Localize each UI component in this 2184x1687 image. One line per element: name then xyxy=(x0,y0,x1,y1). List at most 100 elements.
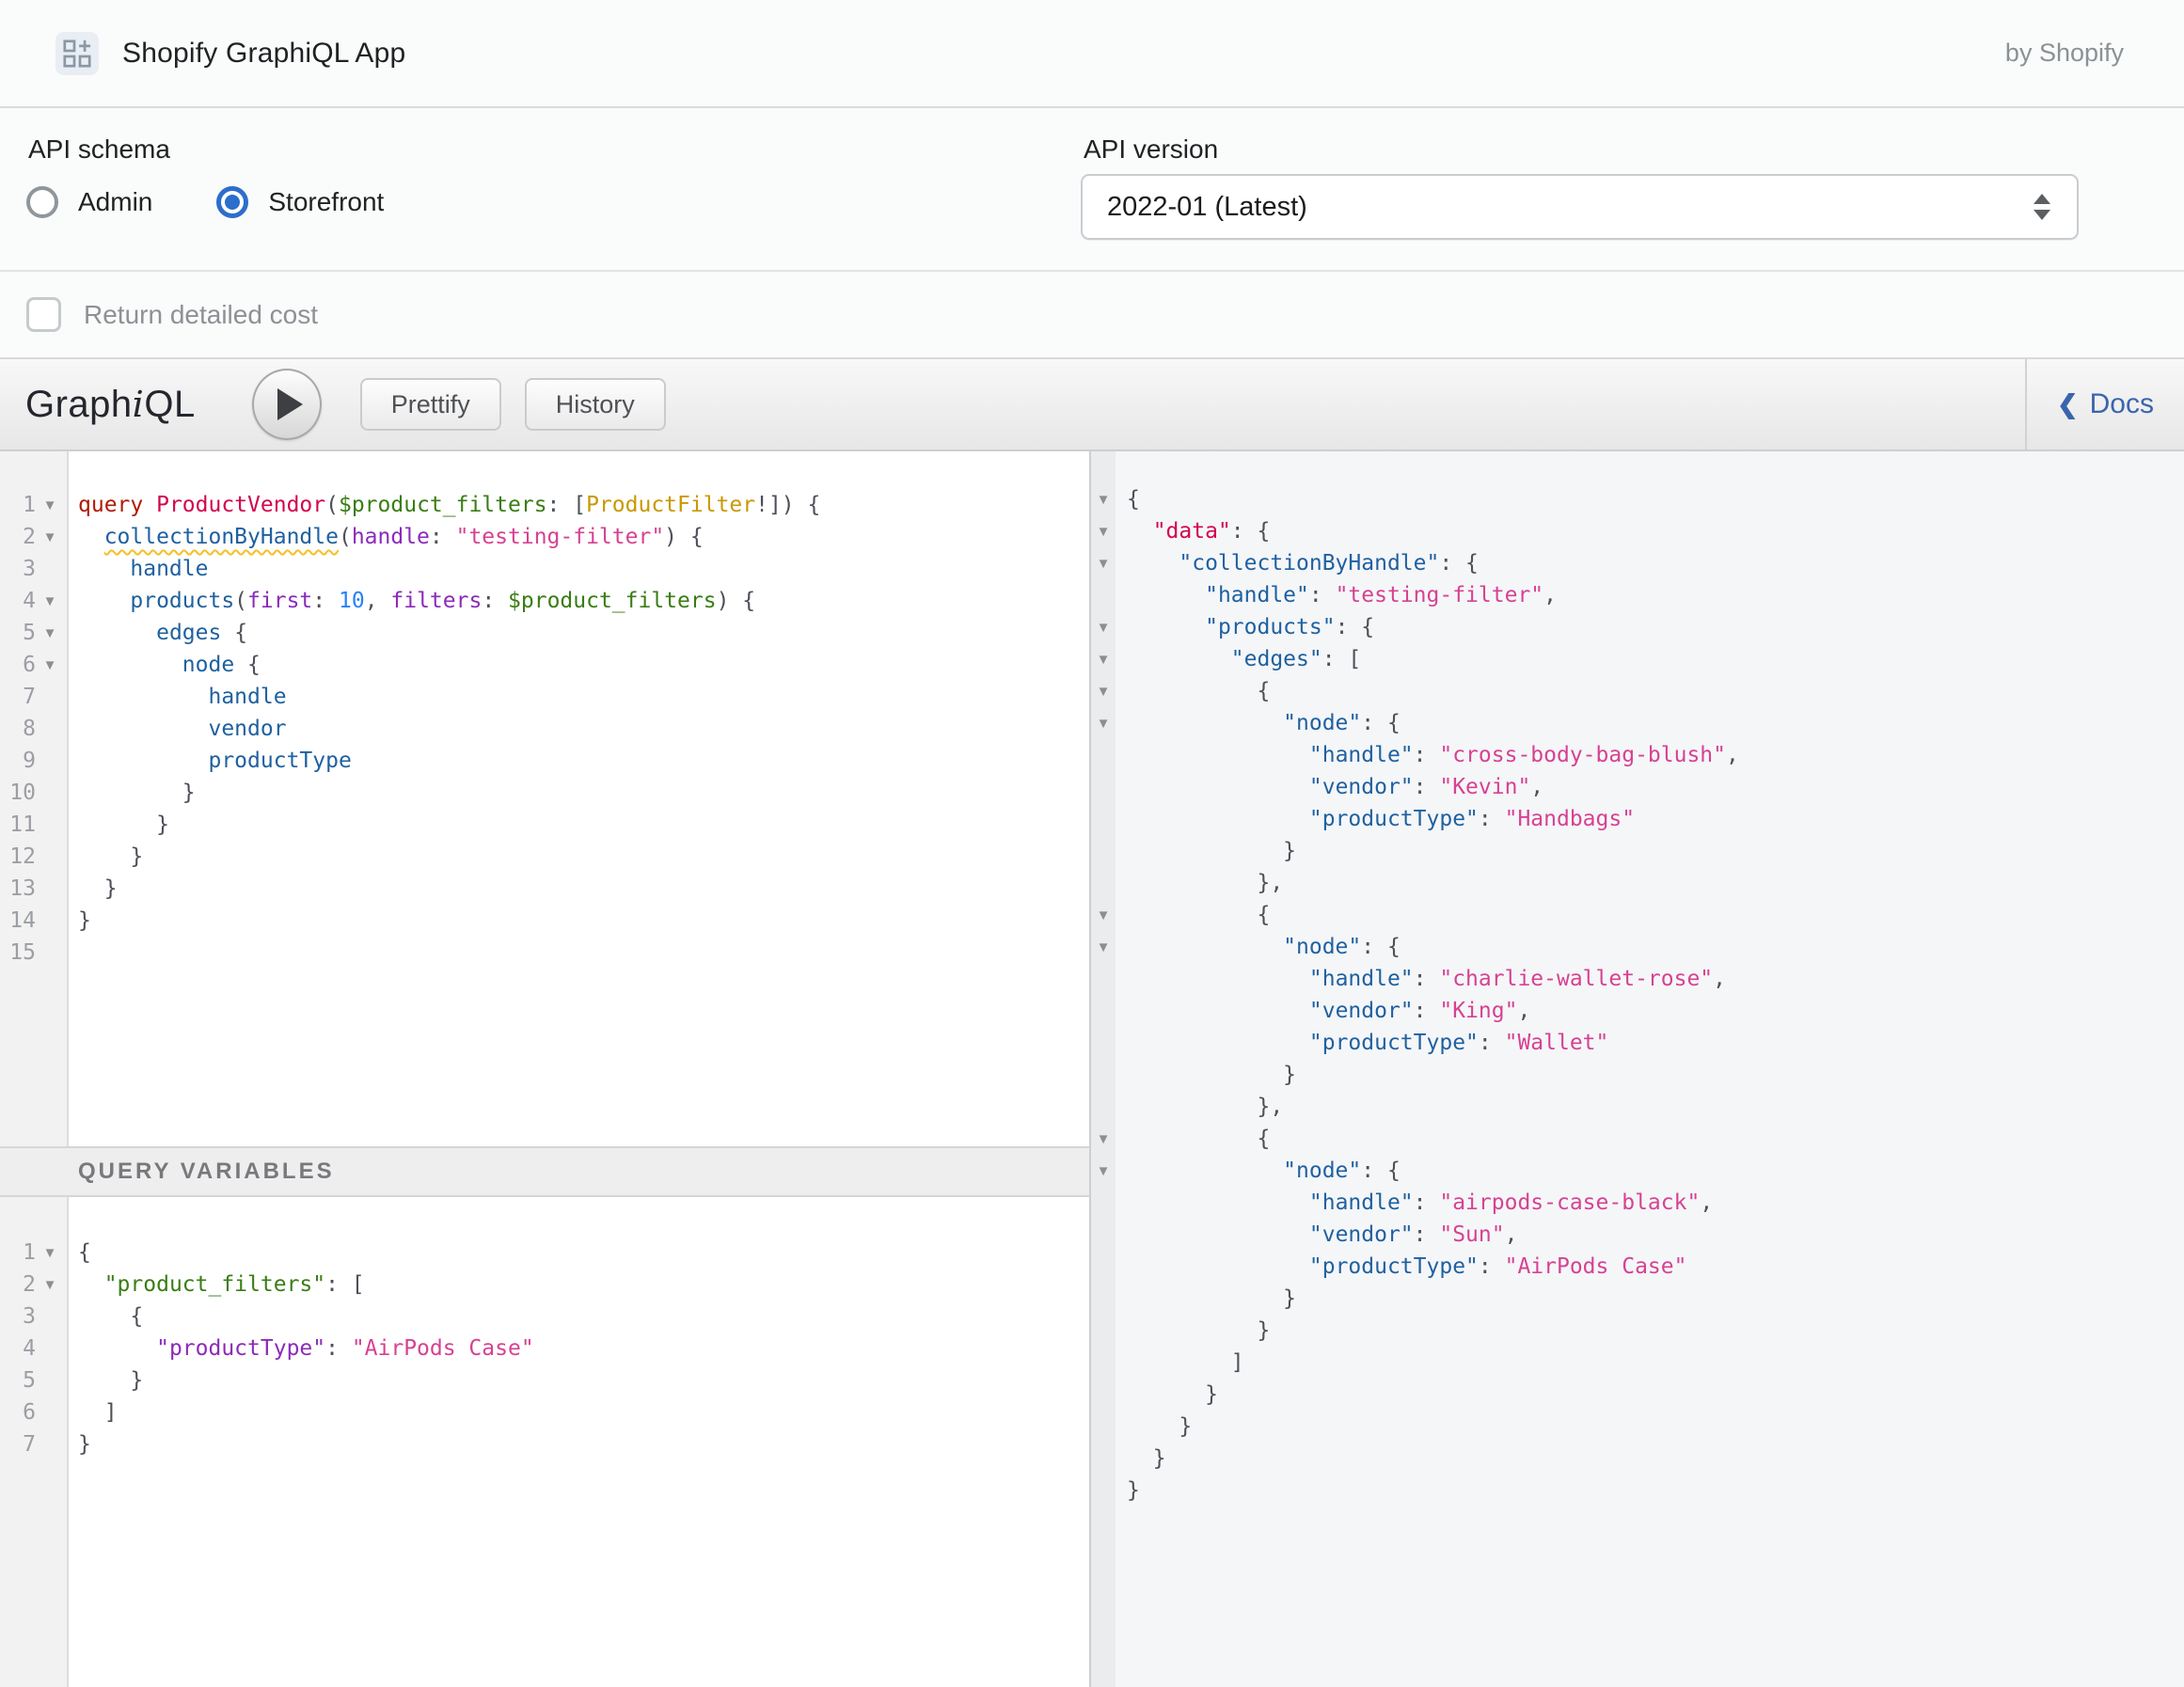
gutter-row: ▼ xyxy=(1091,1027,1116,1059)
fold-arrow-icon[interactable]: ▼ xyxy=(1091,492,1117,508)
gutter-row: ▼ xyxy=(1091,1283,1116,1315)
editor-pane: 1▼2▼3▼4▼5▼6▼7▼8▼9▼10▼11▼12▼13▼14▼15▼ que… xyxy=(0,451,1091,1687)
fold-arrow-icon[interactable]: ▼ xyxy=(1091,556,1117,572)
gutter-row: ▼ xyxy=(1091,483,1116,515)
gutter-row: ▼ xyxy=(1091,803,1116,835)
api-schema-label: API schema xyxy=(28,134,170,165)
api-schema-radio-group: Admin Storefront xyxy=(26,186,384,218)
query-line-gutter: 1▼2▼3▼4▼5▼6▼7▼8▼9▼10▼11▼12▼13▼14▼15▼ xyxy=(0,451,69,1146)
gutter-row: 5▼ xyxy=(0,617,67,649)
code-line: { xyxy=(78,1237,1089,1269)
code-line: "productType": "Handbags" xyxy=(1127,803,2184,835)
gutter-row: ▼ xyxy=(1091,1411,1116,1443)
detailed-cost-checkbox[interactable] xyxy=(26,297,61,332)
gutter-row: 7▼ xyxy=(0,1428,67,1460)
variables-editor[interactable]: 1▼2▼3▼4▼5▼6▼7▼ { "product_filters": [ { … xyxy=(0,1197,1089,1687)
app-header: Shopify GraphiQL App by Shopify xyxy=(0,0,2184,108)
code-line: } xyxy=(1127,1411,2184,1443)
gutter-row: ▼ xyxy=(1091,579,1116,611)
code-line: } xyxy=(78,873,1089,905)
gutter-row: ▼ xyxy=(1091,771,1116,803)
line-number: 12 xyxy=(0,841,36,873)
fold-arrow-icon[interactable]: ▼ xyxy=(36,497,64,513)
line-number: 13 xyxy=(0,873,36,905)
fold-arrow-icon[interactable]: ▼ xyxy=(36,593,64,609)
result-pane: ▼▼▼▼▼▼▼▼▼▼▼▼▼▼▼▼▼▼▼▼▼▼▼▼▼▼▼▼▼▼▼▼ { "data… xyxy=(1091,451,2184,1687)
fold-arrow-icon[interactable]: ▼ xyxy=(1091,716,1117,732)
apps-icon xyxy=(55,32,99,75)
fold-arrow-icon[interactable]: ▼ xyxy=(1091,939,1117,955)
gutter-row: 3▼ xyxy=(0,1301,67,1332)
gutter-row: 1▼ xyxy=(0,489,67,521)
code-line: "vendor": "King", xyxy=(1127,995,2184,1027)
radio-admin-label[interactable]: Admin xyxy=(78,187,152,217)
fold-arrow-icon[interactable]: ▼ xyxy=(36,529,64,545)
gutter-row: 6▼ xyxy=(0,649,67,681)
gutter-row: ▼ xyxy=(1091,867,1116,899)
fold-arrow-icon[interactable]: ▼ xyxy=(1091,684,1117,700)
line-number: 6 xyxy=(0,1396,36,1428)
gutter-row: 9▼ xyxy=(0,745,67,777)
gutter-row: ▼ xyxy=(1091,1347,1116,1379)
gutter-row: ▼ xyxy=(1091,1219,1116,1251)
fold-arrow-icon[interactable]: ▼ xyxy=(1091,652,1117,668)
query-variables-header[interactable]: QUERY VARIABLES xyxy=(0,1146,1089,1197)
variables-code-area[interactable]: { "product_filters": [ { "productType": … xyxy=(69,1197,1089,1687)
code-line: { xyxy=(1127,1123,2184,1155)
detailed-cost-label[interactable]: Return detailed cost xyxy=(84,300,318,330)
gutter-row: ▼ xyxy=(1091,1379,1116,1411)
gutter-row: ▼ xyxy=(1091,515,1116,547)
fold-arrow-icon[interactable]: ▼ xyxy=(36,1245,64,1261)
fold-arrow-icon[interactable]: ▼ xyxy=(36,625,64,641)
line-number: 4 xyxy=(0,1332,36,1364)
code-line: "node": { xyxy=(1127,707,2184,739)
code-line: edges { xyxy=(78,617,1089,649)
api-version-label: API version xyxy=(1084,134,1218,165)
code-line: } xyxy=(78,1364,1089,1396)
gutter-row: 7▼ xyxy=(0,681,67,713)
gutter-row: 1▼ xyxy=(0,1237,67,1269)
gutter-row: ▼ xyxy=(1091,963,1116,995)
fold-arrow-icon[interactable]: ▼ xyxy=(36,1277,64,1293)
fold-arrow-icon[interactable]: ▼ xyxy=(36,657,64,673)
query-editor[interactable]: 1▼2▼3▼4▼5▼6▼7▼8▼9▼10▼11▼12▼13▼14▼15▼ que… xyxy=(0,451,1089,1146)
apps-icon-glyph xyxy=(63,39,91,68)
prettify-button[interactable]: Prettify xyxy=(360,378,501,431)
query-variables-title: QUERY VARIABLES xyxy=(78,1159,335,1185)
fold-arrow-icon[interactable]: ▼ xyxy=(1091,1163,1117,1179)
code-line: } xyxy=(1127,1283,2184,1315)
code-line: "productType": "AirPods Case" xyxy=(78,1332,1089,1364)
gutter-row: 14▼ xyxy=(0,905,67,937)
radio-admin[interactable] xyxy=(26,186,58,218)
code-line: "handle": "airpods-case-black", xyxy=(1127,1187,2184,1219)
code-line: ] xyxy=(1127,1347,2184,1379)
docs-toggle[interactable]: ❮ Docs xyxy=(2025,359,2184,449)
radio-storefront-label[interactable]: Storefront xyxy=(268,187,384,217)
code-line: handle xyxy=(78,681,1089,713)
gutter-row: ▼ xyxy=(1091,1059,1116,1091)
fold-arrow-icon[interactable]: ▼ xyxy=(1091,1131,1117,1147)
history-button[interactable]: History xyxy=(525,378,666,431)
api-version-select[interactable]: 2022-01 (Latest) xyxy=(1081,174,2079,240)
radio-storefront[interactable] xyxy=(216,186,248,218)
execute-query-button[interactable] xyxy=(252,369,322,440)
fold-arrow-icon[interactable]: ▼ xyxy=(1091,524,1117,540)
gutter-row: 2▼ xyxy=(0,521,67,553)
code-line: { xyxy=(1127,899,2184,931)
gutter-row: ▼ xyxy=(1091,899,1116,931)
code-line: } xyxy=(1127,1059,2184,1091)
gutter-row: 12▼ xyxy=(0,841,67,873)
play-icon xyxy=(277,388,303,420)
fold-arrow-icon[interactable]: ▼ xyxy=(1091,907,1117,923)
line-number: 1 xyxy=(0,489,36,521)
gutter-row: ▼ xyxy=(1091,1155,1116,1187)
gutter-row: ▼ xyxy=(1091,707,1116,739)
line-number: 14 xyxy=(0,905,36,937)
fold-arrow-icon[interactable]: ▼ xyxy=(1091,620,1117,636)
gutter-row: ▼ xyxy=(1091,1315,1116,1347)
gutter-row: ▼ xyxy=(1091,995,1116,1027)
line-number: 3 xyxy=(0,553,36,585)
code-line: { xyxy=(78,1301,1089,1332)
query-code-area[interactable]: query ProductVendor($product_filters: [P… xyxy=(69,451,1089,1146)
code-line: }, xyxy=(1127,1091,2184,1123)
